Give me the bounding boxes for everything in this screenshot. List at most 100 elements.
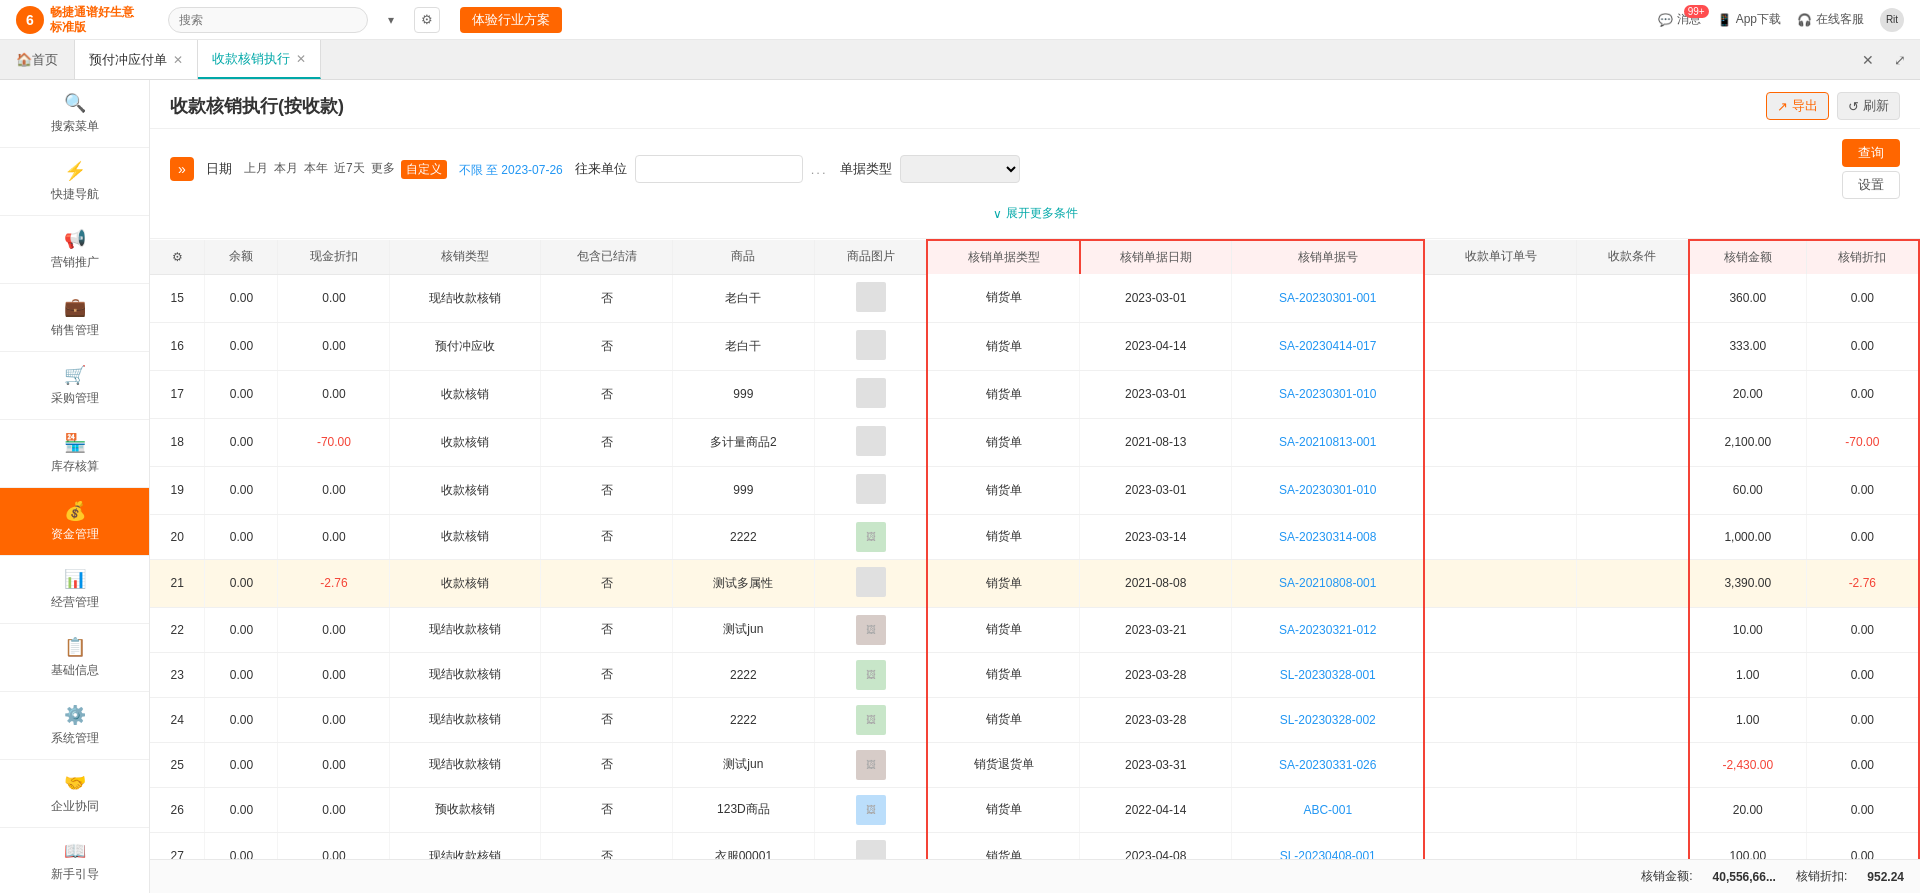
tab-home[interactable]: 🏠 首页 — [0, 40, 75, 79]
product-image-cell: 🖼 — [815, 514, 928, 559]
footer-total-discount: 952.24 — [1867, 870, 1904, 884]
table-row: 190.000.00收款核销否999销货单2023-03-01SA-202303… — [150, 466, 1919, 514]
sidebar-item-guide[interactable]: 📖 新手引导 — [0, 828, 149, 893]
bill-type-select[interactable] — [900, 155, 1020, 183]
app-logo: 6 畅捷通谱好生意 标准版 — [16, 5, 156, 34]
sidebar-item-collab[interactable]: 🤝 企业协同 — [0, 760, 149, 828]
bill-no-link[interactable]: SA-20230314-008 — [1279, 530, 1376, 544]
avatar[interactable]: Rit — [1880, 8, 1904, 32]
gear-icon: ⚙️ — [64, 704, 86, 726]
app-download[interactable]: 📱 App下载 — [1717, 11, 1781, 28]
date-last-month[interactable]: 上月 — [244, 160, 268, 179]
table-row: 240.000.00现结收款核销否2222🖼销货单2023-03-28SL-20… — [150, 697, 1919, 742]
download-icon: 📱 — [1717, 13, 1732, 27]
sidebar-item-search[interactable]: 🔍 搜索菜单 — [0, 80, 149, 148]
data-table: ⚙ 余额 现金折扣 核销类型 包含已结清 商品 商品图片 核销单据类型 核销单据… — [150, 239, 1920, 859]
col-verify-discount: 核销折扣 — [1806, 240, 1919, 274]
gear-icon[interactable]: ⚙ — [414, 7, 440, 33]
export-icon: ↗ — [1777, 99, 1788, 114]
filter-bar: » 日期 上月 本月 本年 近7天 更多 自定义 不限 至 2023-07-26… — [150, 129, 1920, 239]
home-icon: 🏠 — [16, 52, 32, 67]
tab-close-prepay[interactable]: ✕ — [173, 53, 183, 67]
product-image-placeholder: 🖼 — [856, 522, 886, 552]
bell-icon: 💬 — [1658, 13, 1673, 27]
refresh-button[interactable]: ↺ 刷新 — [1837, 92, 1900, 120]
book-icon: 📖 — [64, 840, 86, 862]
col-verify-type: 核销类型 — [390, 240, 541, 274]
bill-no-link[interactable]: SA-20230301-001 — [1279, 291, 1376, 305]
col-bill-type: 核销单据类型 — [927, 240, 1080, 274]
table-row: 160.000.00预付冲应收否老白干销货单2023-04-14SA-20230… — [150, 322, 1919, 370]
col-include-settled: 包含已结清 — [541, 240, 672, 274]
page-header: 收款核销执行(按收款) ↗ 导出 ↺ 刷新 — [150, 80, 1920, 129]
bill-no-link[interactable]: SA-20230414-017 — [1279, 339, 1376, 353]
product-image-placeholder: 🖼 — [856, 795, 886, 825]
bill-type-label: 单据类型 — [840, 160, 892, 178]
bill-no-link[interactable]: SA-20230331-026 — [1279, 758, 1376, 772]
sidebar-item-purchase[interactable]: 🛒 采购管理 — [0, 352, 149, 420]
date-7days[interactable]: 近7天 — [334, 160, 365, 179]
product-image-placeholder — [856, 282, 886, 312]
expand-conditions-btn[interactable]: ∨ 展开更多条件 — [170, 205, 1900, 222]
logo-icon: 6 — [16, 6, 44, 34]
online-service[interactable]: 🎧 在线客服 — [1797, 11, 1864, 28]
table-row: 250.000.00现结收款核销否测试jun🖼销货退货单2023-03-31SA… — [150, 742, 1919, 787]
col-bill-date: 核销单据日期 — [1080, 240, 1232, 274]
sidebar: 🔍 搜索菜单 ⚡ 快捷导航 📢 营销推广 💼 销售管理 🛒 采购管理 🏪 库存核… — [0, 80, 150, 893]
filter-expand-btn[interactable]: » — [170, 157, 194, 181]
bill-no-link[interactable]: SA-20210813-001 — [1279, 435, 1376, 449]
sidebar-item-finance[interactable]: 💰 资金管理 — [0, 488, 149, 556]
bill-no-link[interactable]: SA-20230301-010 — [1279, 483, 1376, 497]
product-image-placeholder: 🖼 — [856, 750, 886, 780]
table-row: 260.000.00预收款核销否123D商品🖼销货单2022-04-14ABC-… — [150, 787, 1919, 832]
notification-bell[interactable]: 💬 消息 99+ — [1658, 11, 1701, 28]
footer-amount-label: 核销金额: — [1641, 868, 1692, 885]
sidebar-item-operations[interactable]: 📊 经营管理 — [0, 556, 149, 624]
bill-no-link[interactable]: SL-20230328-001 — [1280, 668, 1376, 682]
trial-button[interactable]: 体验行业方案 — [460, 7, 562, 33]
bill-no-link[interactable]: SL-20230328-002 — [1280, 713, 1376, 727]
sidebar-item-sales[interactable]: 💼 销售管理 — [0, 284, 149, 352]
date-this-year[interactable]: 本年 — [304, 160, 328, 179]
dropdown-btn[interactable]: ▾ — [388, 13, 394, 27]
settings-button[interactable]: 设置 — [1842, 171, 1900, 199]
sidebar-item-system[interactable]: ⚙️ 系统管理 — [0, 692, 149, 760]
col-receipt-order: 收款单订单号 — [1424, 240, 1576, 274]
table-row: 230.000.00现结收款核销否2222🖼销货单2023-03-28SL-20… — [150, 652, 1919, 697]
data-table-container: ⚙ 余额 现金折扣 核销类型 包含已结清 商品 商品图片 核销单据类型 核销单据… — [150, 239, 1920, 859]
export-button[interactable]: ↗ 导出 — [1766, 92, 1829, 120]
bill-no-link[interactable]: ABC-001 — [1303, 803, 1352, 817]
date-custom[interactable]: 自定义 — [401, 160, 447, 179]
partner-input[interactable] — [635, 155, 803, 183]
partner-filter: 往来单位 ... — [575, 155, 828, 183]
sidebar-item-marketing[interactable]: 📢 营销推广 — [0, 216, 149, 284]
table-row: 200.000.00收款核销否2222🖼销货单2023-03-14SA-2023… — [150, 514, 1919, 559]
bill-no-link[interactable]: SA-20230321-012 — [1279, 623, 1376, 637]
col-settings[interactable]: ⚙ — [150, 240, 205, 274]
tab-close-verify[interactable]: ✕ — [296, 52, 306, 66]
sidebar-item-inventory[interactable]: 🏪 库存核算 — [0, 420, 149, 488]
tab-bar: 🏠 首页 预付冲应付单 ✕ 收款核销执行 ✕ ✕ ⤢ — [0, 40, 1920, 80]
tab-bar-actions: ✕ ⤢ — [1856, 48, 1920, 72]
product-image-cell — [815, 832, 928, 859]
date-this-month[interactable]: 本月 — [274, 160, 298, 179]
search-icon: 🔍 — [64, 92, 86, 114]
table-row: 210.00-2.76收款核销否测试多属性销货单2021-08-08SA-202… — [150, 559, 1919, 607]
tab-prepay[interactable]: 预付冲应付单 ✕ — [75, 40, 198, 79]
sidebar-item-quicknav[interactable]: ⚡ 快捷导航 — [0, 148, 149, 216]
tab-verify[interactable]: 收款核销执行 ✕ — [198, 40, 321, 79]
top-bar-right: 💬 消息 99+ 📱 App下载 🎧 在线客服 Rit — [1658, 8, 1904, 32]
bill-no-link[interactable]: SA-20210808-001 — [1279, 576, 1376, 590]
tab-expand-icon[interactable]: ⤢ — [1888, 48, 1912, 72]
query-button[interactable]: 查询 — [1842, 139, 1900, 167]
sidebar-item-basic[interactable]: 📋 基础信息 — [0, 624, 149, 692]
product-image-cell: 🖼 — [815, 787, 928, 832]
bill-no-link[interactable]: SA-20230301-010 — [1279, 387, 1376, 401]
date-more[interactable]: 更多 — [371, 160, 395, 179]
table-footer: 核销金额: 40,556,66... 核销折扣: 952.24 — [150, 859, 1920, 893]
product-image-placeholder: 🖼 — [856, 660, 886, 690]
bill-no-link[interactable]: SL-20230408-001 — [1280, 849, 1376, 859]
search-input[interactable] — [168, 7, 368, 33]
product-image-cell — [815, 274, 928, 322]
tab-close-all-icon[interactable]: ✕ — [1856, 48, 1880, 72]
